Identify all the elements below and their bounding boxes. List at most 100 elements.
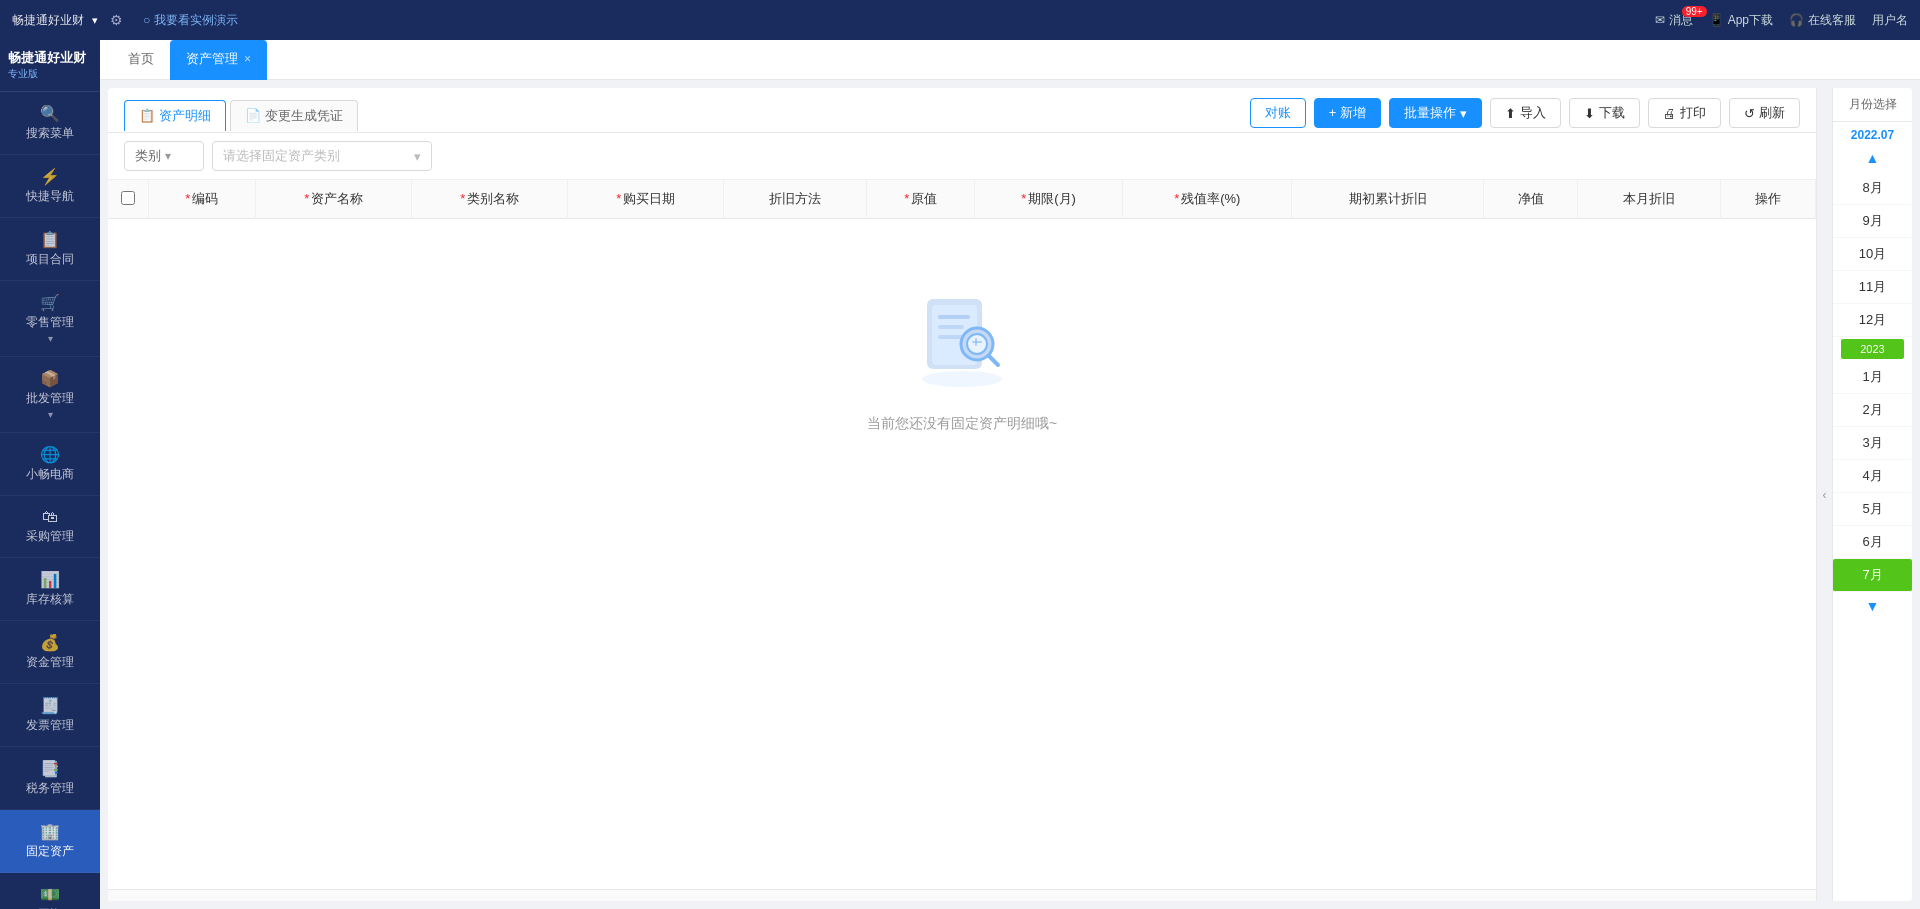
voucher-icon: 📄 — [245, 108, 261, 123]
current-year-label: 2022.07 — [1833, 122, 1912, 144]
month-item-2023-1[interactable]: 1月 — [1833, 361, 1912, 394]
import-button[interactable]: ⬆ 导入 — [1490, 98, 1561, 128]
sub-tab-change-voucher[interactable]: 📄 变更生成凭证 — [230, 100, 358, 131]
asset-table: *编码 *资产名称 *类别名称 *购买日期 折旧方法 *原值 *期限(月) *残… — [108, 180, 1816, 219]
page-content: 📋 资产明细 📄 变更生成凭证 对账 + 新增 — [108, 88, 1912, 901]
batch-ops-button[interactable]: 批量操作 ▾ — [1389, 98, 1482, 128]
th-checkbox — [108, 180, 148, 219]
tab-home[interactable]: 首页 — [112, 40, 170, 80]
top-bar-right: ✉ 消息 99+ 📱 App下载 🎧 在线客服 用户名 — [1655, 12, 1908, 29]
wholesale-icon: 📦 — [40, 369, 60, 388]
scroll-area — [108, 889, 1816, 901]
month-nav-down-button[interactable]: ▼ — [1860, 596, 1886, 616]
sidebar-item-fixed-assets[interactable]: 🏢 固定资产 — [0, 810, 100, 873]
top-bar: 畅捷通好业财 ▾ ⚙ ○ 我要看实例演示 ✉ 消息 99+ 📱 App下载 🎧 … — [0, 0, 1920, 40]
category-type-select[interactable]: 类别 ▾ — [124, 141, 204, 171]
sidebar-label-purchase: 采购管理 — [26, 528, 74, 545]
th-operations: 操作 — [1721, 180, 1816, 219]
month-panel: 月份选择 2022.07 ▲ 8月 9月 10月 11月 12月 2023 1月… — [1832, 88, 1912, 901]
settings-icon[interactable]: ⚙ — [110, 12, 123, 28]
month-item-2023-6[interactable]: 6月 — [1833, 526, 1912, 559]
svg-point-0 — [922, 371, 1002, 387]
th-purchase-date: *购买日期 — [568, 180, 724, 219]
sidebar-label-inventory: 库存核算 — [26, 591, 74, 608]
sub-tab-bar: 📋 资产明细 📄 变更生成凭证 对账 + 新增 — [108, 88, 1816, 133]
download-button[interactable]: ⬇ 下载 — [1569, 98, 1640, 128]
message-button[interactable]: ✉ 消息 99+ — [1655, 12, 1693, 29]
sidebar-label-invoice: 发票管理 — [26, 717, 74, 734]
category-chevron: ▾ — [414, 149, 421, 164]
svg-rect-4 — [938, 325, 964, 329]
sidebar-label-tax: 税务管理 — [26, 780, 74, 797]
tax-icon: 📑 — [40, 759, 60, 778]
month-item-8[interactable]: 8月 — [1833, 172, 1912, 205]
sidebar-logo: 畅捷通好业财 专业版 — [0, 40, 100, 92]
invoice-icon: 🧾 — [40, 696, 60, 715]
online-service-button[interactable]: 🎧 在线客服 — [1789, 12, 1856, 29]
sidebar-item-wholesale[interactable]: 📦 批发管理 ▾ — [0, 357, 100, 433]
main-layout: 畅捷通好业财 专业版 🔍 搜索菜单 ⚡ 快捷导航 📋 项目合同 🛒 零售管理 ▾… — [0, 40, 1920, 909]
demo-link[interactable]: ○ 我要看实例演示 — [143, 12, 238, 29]
content-area: 首页 资产管理 × 📋 资产明细 📄 变更生成凭证 — [100, 40, 1920, 909]
month-item-11[interactable]: 11月 — [1833, 271, 1912, 304]
message-icon: ✉ — [1655, 13, 1665, 27]
sidebar-item-project[interactable]: 📋 项目合同 — [0, 218, 100, 281]
month-item-2023-7[interactable]: 7月 — [1833, 559, 1912, 592]
sidebar-label-finance: 资金管理 — [26, 654, 74, 671]
company-dropdown[interactable]: ▾ — [92, 14, 98, 27]
sidebar-item-ecommerce[interactable]: 🌐 小畅电商 — [0, 433, 100, 496]
reconcile-button[interactable]: 对账 — [1250, 98, 1306, 128]
th-accumulated-depreciation: 期初累计折旧 — [1292, 180, 1483, 219]
sidebar-item-salary[interactable]: 💵 工资 — [0, 873, 100, 909]
refresh-icon: ↺ — [1744, 106, 1755, 121]
select-all-checkbox[interactable] — [121, 191, 135, 205]
th-net-value: 净值 — [1483, 180, 1578, 219]
sub-tab-asset-detail[interactable]: 📋 资产明细 — [124, 100, 226, 131]
inventory-icon: 📊 — [40, 570, 60, 589]
sidebar-item-tax[interactable]: 📑 税务管理 — [0, 747, 100, 810]
batch-dropdown-icon: ▾ — [1460, 106, 1467, 121]
year-2023-badge: 2023 — [1841, 339, 1904, 359]
headset-icon: 🎧 — [1789, 13, 1804, 27]
salary-icon: 💵 — [40, 885, 60, 904]
svg-rect-3 — [938, 315, 970, 319]
month-item-2023-5[interactable]: 5月 — [1833, 493, 1912, 526]
message-badge: 99+ — [1682, 6, 1707, 17]
sidebar-item-retail[interactable]: 🛒 零售管理 ▾ — [0, 281, 100, 357]
th-residual-rate: *残值率(%) — [1123, 180, 1292, 219]
month-item-9[interactable]: 9月 — [1833, 205, 1912, 238]
project-icon: 📋 — [40, 230, 60, 249]
quick-nav-icon: ⚡ — [40, 167, 60, 186]
sidebar-item-inventory[interactable]: 📊 库存核算 — [0, 558, 100, 621]
month-item-2023-2[interactable]: 2月 — [1833, 394, 1912, 427]
tab-asset-management[interactable]: 资产管理 × — [170, 40, 267, 80]
app-title: 畅捷通好业财 — [12, 12, 84, 29]
month-panel-collapse-button[interactable]: ‹ — [1816, 88, 1832, 901]
month-item-12[interactable]: 12月 — [1833, 304, 1912, 337]
filter-bar: 类别 ▾ 请选择固定资产类别 ▾ — [108, 133, 1816, 180]
svg-line-8 — [989, 356, 998, 365]
th-monthly-depreciation: 本月折旧 — [1578, 180, 1721, 219]
th-depreciation-method: 折旧方法 — [724, 180, 867, 219]
app-download-button[interactable]: 📱 App下载 — [1709, 12, 1773, 29]
purchase-icon: 🛍 — [42, 508, 58, 526]
category-input[interactable]: 请选择固定资产类别 ▾ — [212, 141, 432, 171]
month-panel-header: 月份选择 — [1833, 88, 1912, 122]
month-item-2023-4[interactable]: 4月 — [1833, 460, 1912, 493]
month-nav-up-button[interactable]: ▲ — [1860, 148, 1886, 168]
sidebar-item-quick-nav[interactable]: ⚡ 快捷导航 — [0, 155, 100, 218]
sidebar-label-ecommerce: 小畅电商 — [26, 466, 74, 483]
sidebar-item-search[interactable]: 🔍 搜索菜单 — [0, 92, 100, 155]
add-button[interactable]: + 新增 — [1314, 98, 1381, 128]
sidebar-item-finance[interactable]: 💰 资金管理 — [0, 621, 100, 684]
print-button[interactable]: 🖨 打印 — [1648, 98, 1721, 128]
tab-close-asset-management[interactable]: × — [244, 52, 251, 66]
download-icon: ⬇ — [1584, 106, 1595, 121]
month-item-2023-3[interactable]: 3月 — [1833, 427, 1912, 460]
refresh-button[interactable]: ↺ 刷新 — [1729, 98, 1800, 128]
empty-text: 当前您还没有固定资产明细哦~ — [867, 415, 1057, 433]
month-nav-down: ▼ — [1833, 592, 1912, 620]
sidebar-item-purchase[interactable]: 🛍 采购管理 — [0, 496, 100, 558]
sidebar-item-invoice[interactable]: 🧾 发票管理 — [0, 684, 100, 747]
month-item-10[interactable]: 10月 — [1833, 238, 1912, 271]
